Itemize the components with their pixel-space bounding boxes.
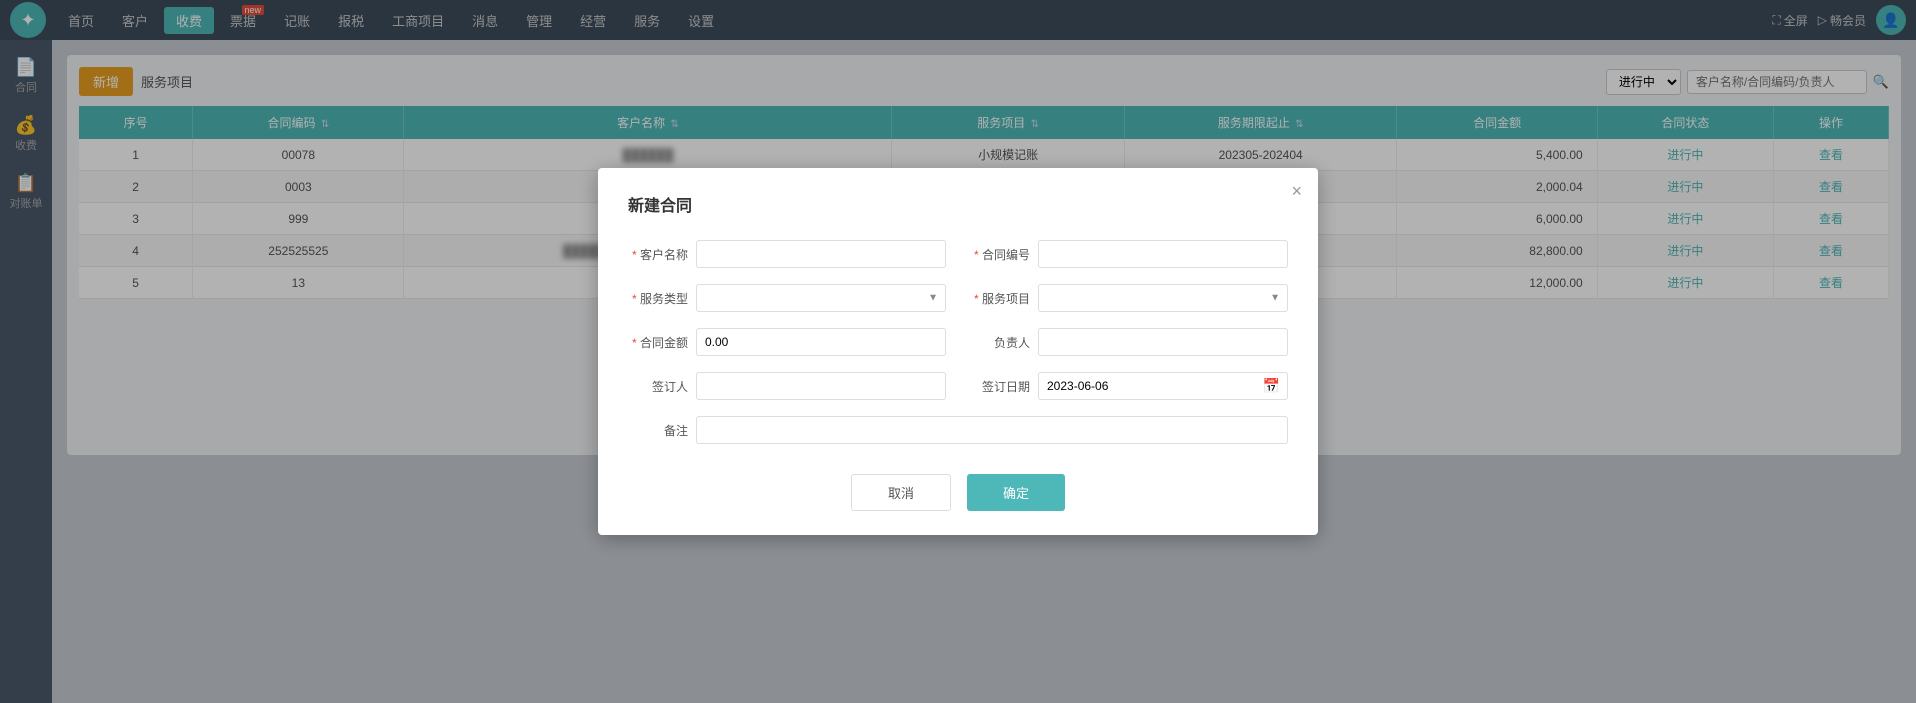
form-row-customer: 客户名称 [628,240,946,268]
contract-no-label: 合同编号 [970,246,1030,263]
form-row-contract-no: 合同编号 [970,240,1288,268]
calendar-icon[interactable]: 📅 [1263,378,1280,395]
confirm-button[interactable]: 确定 [967,474,1065,511]
service-item-select[interactable] [1038,284,1288,312]
service-item-select-wrapper [1038,284,1288,312]
notes-label: 备注 [628,422,688,439]
form-row-service-type: 服务类型 [628,284,946,312]
signer-label: 签订人 [628,378,688,395]
notes-input[interactable] [696,416,1288,444]
service-type-label: 服务类型 [628,290,688,307]
customer-name-label: 客户名称 [628,246,688,263]
form-row-service-item: 服务项目 [970,284,1288,312]
service-item-label: 服务项目 [970,290,1030,307]
form-row-sign-date: 签订日期 📅 [970,372,1288,400]
form-row-notes: 备注 [628,416,1288,444]
contract-no-input[interactable] [1038,240,1288,268]
form-row-contact: 负责人 [970,328,1288,356]
cancel-button[interactable]: 取消 [851,474,951,511]
amount-label: 合同金额 [628,334,688,351]
contact-input[interactable] [1038,328,1288,356]
contact-label: 负责人 [970,334,1030,351]
form-grid: 客户名称 合同编号 服务类型 服务项目 [628,240,1288,444]
service-type-select-wrapper [696,284,946,312]
amount-input[interactable]: 0.00 [696,328,946,356]
modal-overlay: 新建合同 × 客户名称 合同编号 服务类型 服 [0,0,1916,703]
date-input-wrapper: 📅 [1038,372,1288,400]
new-contract-dialog: 新建合同 × 客户名称 合同编号 服务类型 服 [598,168,1318,535]
sign-date-input[interactable] [1038,372,1288,400]
service-type-select[interactable] [696,284,946,312]
form-row-signer: 签订人 [628,372,946,400]
signer-input[interactable] [696,372,946,400]
close-icon[interactable]: × [1291,182,1302,200]
dialog-title: 新建合同 [628,192,1288,216]
dialog-footer: 取消 确定 [628,474,1288,511]
customer-name-input[interactable] [696,240,946,268]
sign-date-label: 签订日期 [970,378,1030,395]
form-row-amount: 合同金额 0.00 [628,328,946,356]
